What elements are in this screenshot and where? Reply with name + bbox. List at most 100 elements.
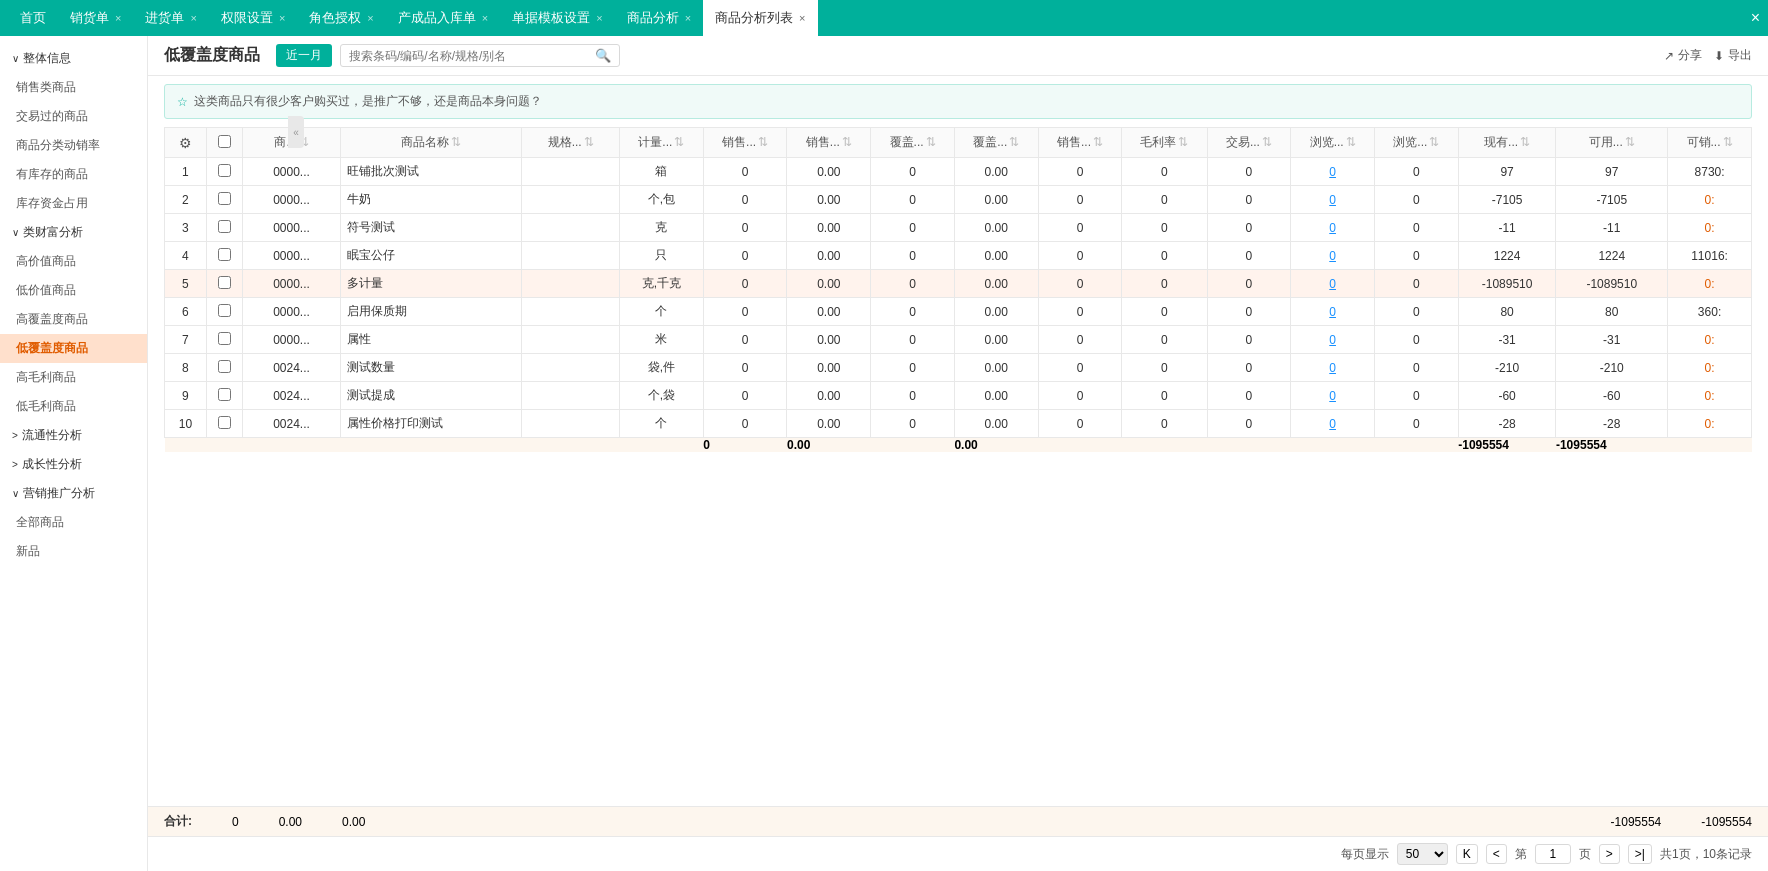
current-page-input[interactable] (1535, 844, 1571, 864)
tab-close-btn[interactable]: × (190, 12, 196, 24)
browse-link[interactable]: 0 (1329, 221, 1336, 235)
nav-tab[interactable]: 进货单× (133, 0, 208, 36)
nav-tab[interactable]: 产成品入库单× (386, 0, 500, 36)
last-page-btn[interactable]: >| (1628, 844, 1652, 864)
export-btn[interactable]: ⬇ 导出 (1714, 47, 1752, 64)
browse-link[interactable]: 0 (1329, 333, 1336, 347)
browse-link[interactable]: 0 (1329, 277, 1336, 291)
sort-icon[interactable]: ⇅ (451, 135, 461, 149)
sort-icon[interactable]: ⇅ (758, 135, 768, 149)
sidebar-item[interactable]: 新品 (0, 537, 147, 566)
sidebar-collapse-btn[interactable]: « (288, 116, 304, 148)
sort-icon[interactable]: ⇅ (926, 135, 936, 149)
prev-page-btn[interactable]: < (1486, 844, 1507, 864)
sort-icon[interactable]: ⇅ (1262, 135, 1272, 149)
sidebar-item[interactable]: 销售类商品 (0, 73, 147, 102)
close-all-tabs[interactable]: × (1751, 9, 1760, 27)
nav-tab[interactable]: 权限设置× (209, 0, 297, 36)
row-select-checkbox[interactable] (218, 276, 231, 289)
row-checkbox[interactable] (206, 214, 242, 242)
nav-tab[interactable]: 销货单× (58, 0, 133, 36)
sidebar-section-header[interactable]: ∨整体信息 (0, 44, 147, 73)
sort-icon[interactable]: ⇅ (674, 135, 684, 149)
sidebar-item[interactable]: 有库存的商品 (0, 160, 147, 189)
sidebar-section-header[interactable]: >成长性分析 (0, 450, 147, 479)
row-select-checkbox[interactable] (218, 192, 231, 205)
row-checkbox[interactable] (206, 270, 242, 298)
row-browse1: 0 (1291, 270, 1375, 298)
browse-link[interactable]: 0 (1329, 249, 1336, 263)
row-checkbox[interactable] (206, 382, 242, 410)
sort-icon[interactable]: ⇅ (584, 135, 594, 149)
nav-tab[interactable]: 单据模板设置× (500, 0, 614, 36)
row-checkbox[interactable] (206, 354, 242, 382)
table-column-header-gross_rate: 毛利率⇅ (1122, 128, 1207, 158)
next-page-btn[interactable]: > (1599, 844, 1620, 864)
sort-icon[interactable]: ⇅ (1429, 135, 1439, 149)
browse-link[interactable]: 0 (1329, 389, 1336, 403)
row-checkbox[interactable] (206, 158, 242, 186)
share-btn[interactable]: ↗ 分享 (1664, 47, 1702, 64)
tab-close-btn[interactable]: × (279, 12, 285, 24)
browse-link[interactable]: 0 (1329, 193, 1336, 207)
row-select-checkbox[interactable] (218, 304, 231, 317)
sort-icon[interactable]: ⇅ (1009, 135, 1019, 149)
period-btn[interactable]: 近一月 (276, 44, 332, 67)
row-select-checkbox[interactable] (218, 220, 231, 233)
browse-link[interactable]: 0 (1329, 361, 1336, 375)
sidebar-section-header[interactable]: ∨营销推广分析 (0, 479, 147, 508)
search-input[interactable] (349, 49, 595, 63)
row-checkbox[interactable] (206, 410, 242, 438)
table-column-header-settings[interactable]: ⚙ (165, 128, 207, 158)
settings-icon[interactable]: ⚙ (179, 135, 192, 151)
tab-close-btn[interactable]: × (367, 12, 373, 24)
row-select-checkbox[interactable] (218, 388, 231, 401)
tab-close-btn[interactable]: × (685, 12, 691, 24)
sidebar-item[interactable]: 库存资金占用 (0, 189, 147, 218)
sidebar-item[interactable]: 高毛利商品 (0, 363, 147, 392)
sidebar-item[interactable]: 高覆盖度商品 (0, 305, 147, 334)
sidebar-item[interactable]: 低毛利商品 (0, 392, 147, 421)
sidebar-item[interactable]: 低覆盖度商品 (0, 334, 147, 363)
browse-link[interactable]: 0 (1329, 417, 1336, 431)
browse-link[interactable]: 0 (1329, 165, 1336, 179)
nav-tab[interactable]: 首页 (8, 0, 58, 36)
row-select-checkbox[interactable] (218, 360, 231, 373)
nav-tab[interactable]: 商品分析× (615, 0, 703, 36)
row-checkbox[interactable] (206, 298, 242, 326)
row-checkbox[interactable] (206, 186, 242, 214)
nav-tab[interactable]: 商品分析列表× (703, 0, 817, 36)
sidebar-item[interactable]: 高价值商品 (0, 247, 147, 276)
sort-icon[interactable]: ⇅ (1093, 135, 1103, 149)
nav-tab[interactable]: 角色授权× (297, 0, 385, 36)
page-size-select[interactable]: 2050100 (1397, 843, 1448, 865)
sidebar-item[interactable]: 全部商品 (0, 508, 147, 537)
sidebar-item[interactable]: 商品分类动销率 (0, 131, 147, 160)
sort-icon[interactable]: ⇅ (1520, 135, 1530, 149)
first-page-btn[interactable]: K (1456, 844, 1478, 864)
sidebar-item[interactable]: 交易过的商品 (0, 102, 147, 131)
sort-icon[interactable]: ⇅ (1178, 135, 1188, 149)
row-select-checkbox[interactable] (218, 248, 231, 261)
row-select-checkbox[interactable] (218, 164, 231, 177)
sidebar-item[interactable]: 低价值商品 (0, 276, 147, 305)
row-select-checkbox[interactable] (218, 416, 231, 429)
row-available: 97 (1556, 158, 1668, 186)
sort-icon[interactable]: ⇅ (1346, 135, 1356, 149)
row-checkbox[interactable] (206, 242, 242, 270)
table-wrapper[interactable]: ⚙商...⇅商品名称⇅规格...⇅计量...⇅销售...⇅销售...⇅覆盖...… (164, 127, 1752, 806)
sort-icon[interactable]: ⇅ (1625, 135, 1635, 149)
tab-close-btn[interactable]: × (482, 12, 488, 24)
sidebar-section-header[interactable]: ∨类财富分析 (0, 218, 147, 247)
select-all-checkbox[interactable] (218, 135, 231, 148)
tab-close-btn[interactable]: × (596, 12, 602, 24)
row-checkbox[interactable] (206, 326, 242, 354)
sort-icon[interactable]: ⇅ (842, 135, 852, 149)
sidebar-section-header[interactable]: >流通性分析 (0, 421, 147, 450)
table-column-header-checkbox[interactable] (206, 128, 242, 158)
tab-close-btn[interactable]: × (799, 12, 805, 24)
tab-close-btn[interactable]: × (115, 12, 121, 24)
sort-icon[interactable]: ⇅ (1723, 135, 1733, 149)
browse-link[interactable]: 0 (1329, 305, 1336, 319)
row-select-checkbox[interactable] (218, 332, 231, 345)
